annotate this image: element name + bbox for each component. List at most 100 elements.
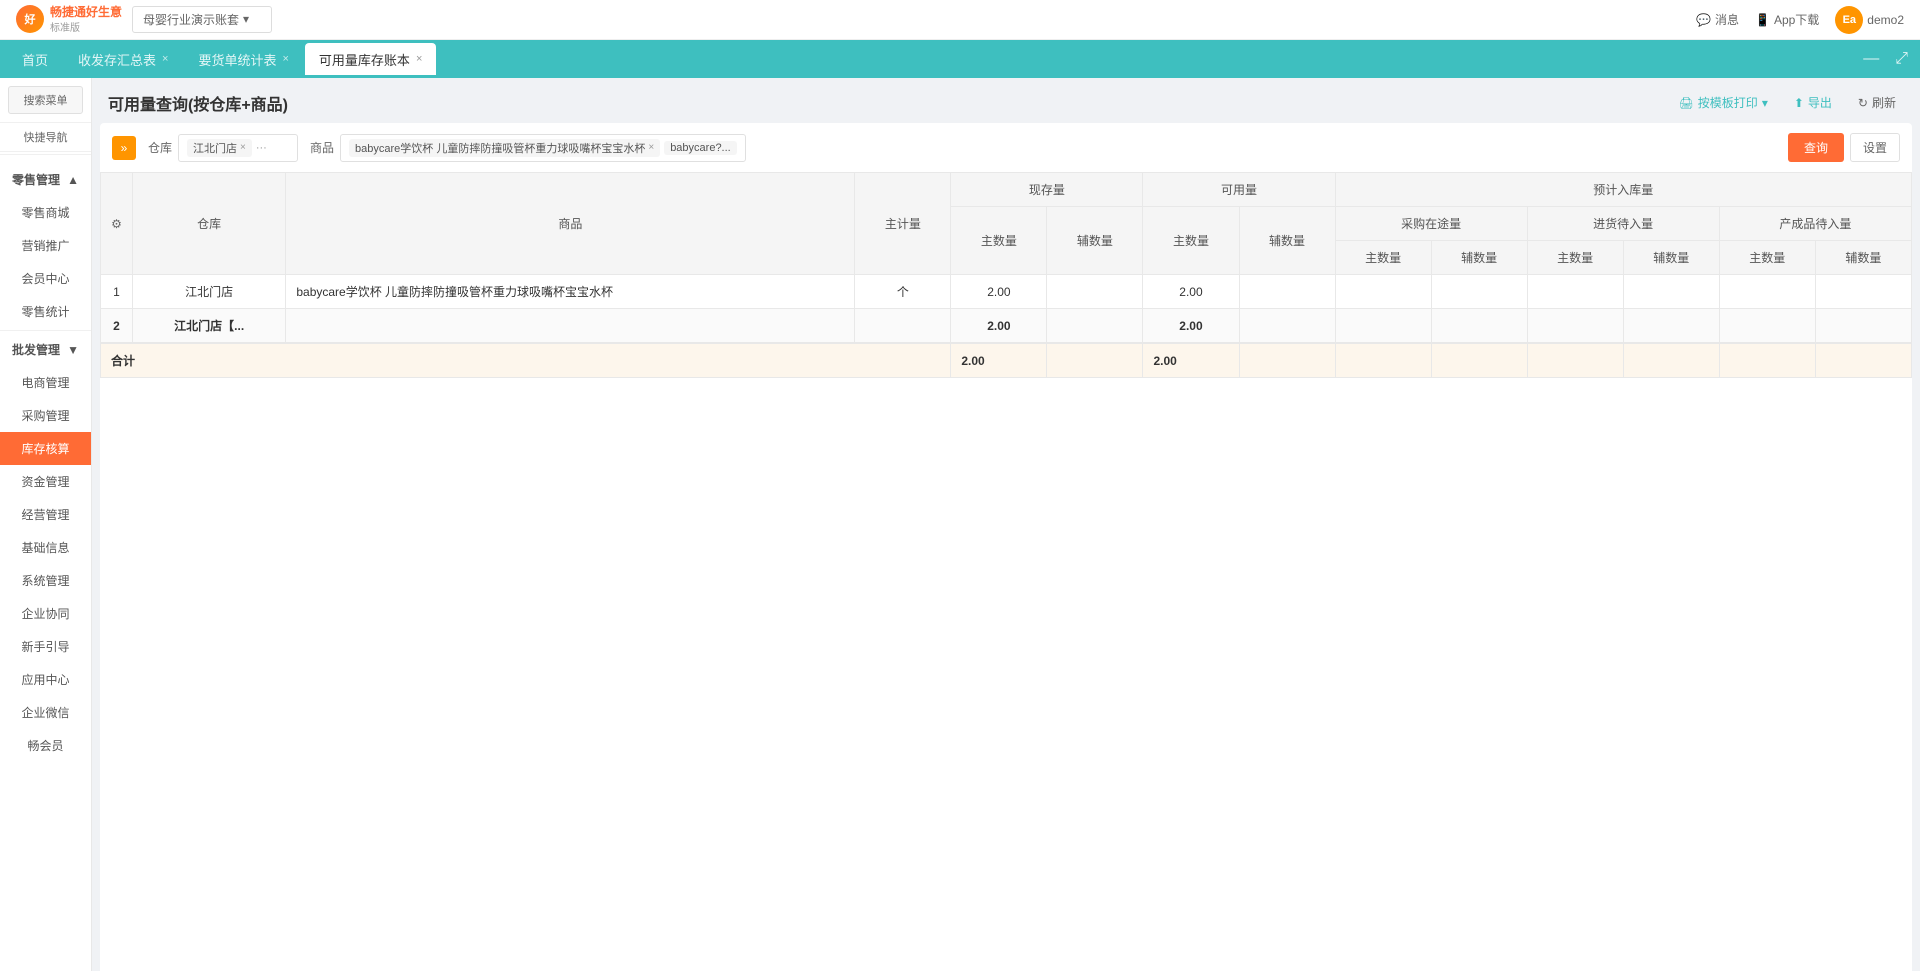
sidebar-item-ecommerce[interactable]: 电商管理 (0, 366, 91, 399)
col-product-header: 商品 (286, 173, 855, 275)
product-label: 商品 (310, 139, 334, 156)
sidebar-item-basic-info[interactable]: 基础信息 (0, 531, 91, 564)
sidebar-item-vip-member[interactable]: 畅会员 (0, 729, 91, 762)
tab-bar: 首页 收发存汇总表 × 要货单统计表 × 可用量库存账本 × — ⤢ (0, 40, 1920, 78)
sidebar-item-app-center[interactable]: 应用中心 (0, 663, 91, 696)
sidebar-item-system[interactable]: 系统管理 (0, 564, 91, 597)
col-current-main-header: 主数量 (951, 207, 1047, 275)
col-available-aux-header: 辅数量 (1239, 207, 1335, 275)
product-tag-1: babycare学饮杯 儿童防摔防撞吸管杯重力球吸嘴杯宝宝水杯 × (349, 139, 660, 157)
sidebar-item-retail-mgmt[interactable]: 零售管理 ▲ (0, 163, 91, 196)
sidebar-item-enterprise-wechat[interactable]: 企业微信 (0, 696, 91, 729)
col-current-stock-header: 现存量 (951, 173, 1143, 207)
warehouse-label: 仓库 (148, 139, 172, 156)
sidebar-search-area: 搜索菜单 (0, 78, 91, 123)
message-button[interactable]: 💬 消息 (1696, 11, 1739, 28)
row-1-current-aux (1047, 275, 1143, 309)
table-row: 1 江北门店 babycare学饮杯 儿童防摔防撞吸管杯重力球吸嘴杯宝宝水杯 个… (101, 275, 1912, 309)
tab-close-order-stats[interactable]: × (282, 54, 288, 65)
avatar: Ea (1835, 6, 1863, 34)
footer-finished-aux (1815, 343, 1911, 378)
quick-nav-button[interactable]: 快捷导航 (0, 123, 91, 152)
row-2-unit (855, 309, 951, 344)
sidebar-item-finance[interactable]: 资金管理 (0, 465, 91, 498)
user-area[interactable]: Ea demo2 (1835, 6, 1904, 34)
brand-info: 畅捷通好生意 标准版 (50, 5, 122, 34)
sidebar-item-retail-mall[interactable]: 零售商城 (0, 196, 91, 229)
page-header: 可用量查询(按仓库+商品) 🖨 按模板打印 ▾ ⬆ 导出 ↻ 刷新 (92, 78, 1920, 123)
top-bar-right: 💬 消息 📱 App下载 Ea demo2 (1696, 6, 1904, 34)
tab-maximize-button[interactable]: ⤢ (1891, 48, 1912, 70)
tab-minimize-button[interactable]: — (1859, 48, 1883, 70)
row-1-unit: 个 (855, 275, 951, 309)
warehouse-tag-close[interactable]: × (240, 142, 246, 153)
product-input[interactable]: babycare学饮杯 儿童防摔防撞吸管杯重力球吸嘴杯宝宝水杯 × babyca… (340, 134, 746, 162)
row-1-purchased-main (1335, 275, 1431, 309)
footer-finished-main (1719, 343, 1815, 378)
row-2-inbound-aux (1623, 309, 1719, 344)
footer-purchased-aux (1431, 343, 1527, 378)
col-planned-inbound-header: 预计入库量 (1335, 173, 1911, 207)
tab-close-income-expense[interactable]: × (162, 54, 168, 65)
expand-filter-button[interactable]: » (112, 136, 136, 160)
data-table: ⚙ 仓库 商品 主计量 现存量 可用量 预计入库量 主数量 辅数量 主数量 辅数… (100, 172, 1912, 378)
sidebar-item-inventory[interactable]: 库存核算 (0, 432, 91, 465)
footer-inbound-main (1527, 343, 1623, 378)
row-2-warehouse: 江北门店【... (133, 309, 286, 344)
refresh-button[interactable]: ↻ 刷新 (1850, 90, 1904, 115)
sidebar-item-wholesale-mgmt[interactable]: 批发管理 ▼ (0, 333, 91, 366)
tab-income-expense[interactable]: 收发存汇总表 × (64, 43, 182, 75)
row-1-finished-aux (1815, 275, 1911, 309)
query-button[interactable]: 查询 (1788, 133, 1844, 162)
product-tag-1-close[interactable]: × (648, 142, 654, 153)
filter-actions: 查询 设置 (1788, 133, 1900, 162)
brand-name: 畅捷通好生意 (50, 5, 122, 19)
industry-selector[interactable]: 母婴行业演示账套 ▾ (132, 6, 272, 33)
main-layout: 搜索菜单 快捷导航 零售管理 ▲ 零售商城 营销推广 会员中心 零售统计 批发管 (0, 78, 1920, 971)
col-inbound-aux-header: 辅数量 (1623, 241, 1719, 275)
sidebar-divider (0, 154, 91, 155)
col-settings-icon[interactable]: ⚙ (111, 217, 122, 231)
footer-purchased-main (1335, 343, 1431, 378)
product-filter-group: 商品 babycare学饮杯 儿童防摔防撞吸管杯重力球吸嘴杯宝宝水杯 × bab… (310, 134, 746, 162)
tab-close-available-stock[interactable]: × (416, 54, 422, 65)
sidebar-item-new-guide[interactable]: 新手引导 (0, 630, 91, 663)
message-icon: 💬 (1696, 13, 1711, 27)
table-footer-row: 合计 2.00 2.00 (101, 343, 1912, 378)
col-inbound-main-header: 主数量 (1527, 241, 1623, 275)
sidebar-item-member[interactable]: 会员中心 (0, 262, 91, 295)
row-2-current-aux (1047, 309, 1143, 344)
sidebar-item-marketing[interactable]: 营销推广 (0, 229, 91, 262)
row-1-warehouse: 江北门店 (133, 275, 286, 309)
col-warehouse-header: 仓库 (133, 173, 286, 275)
col-finished-pending-header: 产成品待入量 (1719, 207, 1911, 241)
tab-available-stock[interactable]: 可用量库存账本 × (305, 43, 436, 75)
sidebar-section: 零售管理 ▲ 零售商城 营销推广 会员中心 零售统计 批发管理 ▼ 电商管理 (0, 157, 91, 768)
row-2-current-main: 2.00 (951, 309, 1047, 344)
footer-inbound-aux (1623, 343, 1719, 378)
row-2-index: 2 (101, 309, 133, 344)
export-icon: ⬆ (1794, 96, 1804, 110)
warehouse-more[interactable]: ··· (256, 142, 267, 154)
sidebar-item-enterprise-collab[interactable]: 企业协同 (0, 597, 91, 630)
print-button[interactable]: 🖨 按模板打印 ▾ (1671, 90, 1776, 115)
app-download-button[interactable]: 📱 App下载 (1755, 11, 1819, 28)
top-bar-left: 好 畅捷通好生意 标准版 母婴行业演示账套 ▾ (16, 5, 272, 34)
col-main-unit-header: 主计量 (855, 173, 951, 275)
sidebar-item-purchase[interactable]: 采购管理 (0, 399, 91, 432)
settings-button[interactable]: 设置 (1850, 133, 1900, 162)
sidebar-item-retail-stats[interactable]: 零售统计 (0, 295, 91, 328)
warehouse-input[interactable]: 江北门店 × ··· (178, 134, 298, 162)
export-button[interactable]: ⬆ 导出 (1786, 90, 1840, 115)
search-menu-button[interactable]: 搜索菜单 (8, 86, 83, 114)
table-container: ⚙ 仓库 商品 主计量 现存量 可用量 预计入库量 主数量 辅数量 主数量 辅数… (100, 172, 1912, 971)
footer-available-main: 2.00 (1143, 343, 1239, 378)
print-chevron-icon: ▾ (1762, 96, 1768, 110)
tab-home[interactable]: 首页 (8, 43, 62, 75)
table-row-subtotal: 2 江北门店【... 2.00 2.00 (101, 309, 1912, 344)
row-1-finished-main (1719, 275, 1815, 309)
col-available-main-header: 主数量 (1143, 207, 1239, 275)
sidebar-item-operations[interactable]: 经营管理 (0, 498, 91, 531)
footer-current-main: 2.00 (951, 343, 1047, 378)
tab-order-stats[interactable]: 要货单统计表 × (184, 43, 302, 75)
